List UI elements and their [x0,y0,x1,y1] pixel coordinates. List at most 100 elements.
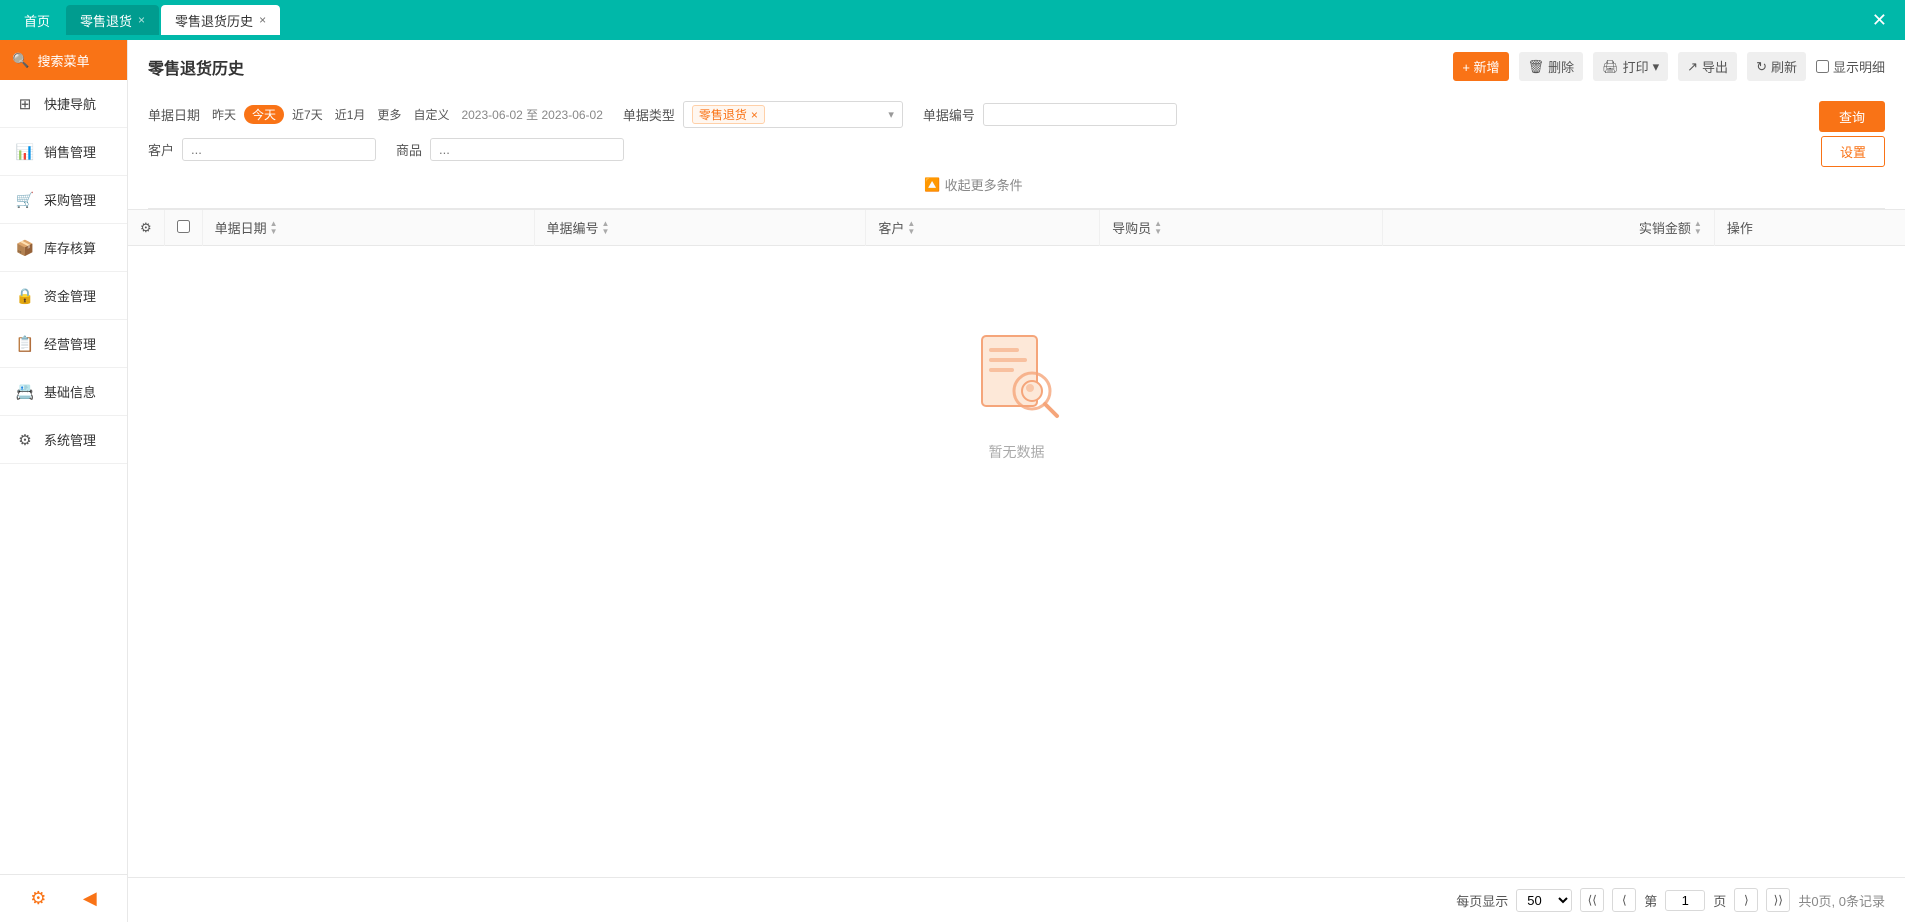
col-guide-sort[interactable]: 导购员 ▲▼ [1112,218,1370,237]
sort-arrows-guide: ▲▼ [1154,220,1162,236]
tab-retail-return-history[interactable]: 零售退货历史 × [161,5,280,35]
doctype-tag-close[interactable]: × [751,108,758,122]
goods-input[interactable] [430,138,624,161]
col-checkbox [164,210,202,246]
date-7days[interactable]: 近7天 [288,105,327,124]
col-docno: 单据编号 ▲▼ [534,210,866,246]
col-docdate-sort[interactable]: 单据日期 ▲▼ [215,218,522,237]
docno-input[interactable] [983,103,1177,126]
refresh-icon: ↻ [1756,59,1767,75]
show-detail-toggle[interactable]: 显示明细 [1816,57,1885,76]
sort-arrows-docno: ▲▼ [602,220,610,236]
empty-state-row: 暂无数据 [128,246,1905,543]
page-first-btn[interactable]: ⟨⟨ [1580,888,1604,912]
col-amount-sort[interactable]: 实销金额 ▲▼ [1395,218,1702,237]
basic-info-icon: 📇 [16,383,34,401]
tab-bar: 首页 零售退货 × 零售退货历史 × [10,5,1864,35]
filter-area: 单据日期 昨天 今天 近7天 近1月 更多 自定义 2023-06-02 至 2… [148,91,1885,209]
sidebar-search[interactable]: 🔍 搜索菜单 [0,40,127,80]
col-customer-sort[interactable]: 客户 ▲▼ [878,218,1087,237]
sidebar-item-finance-mgmt[interactable]: 🔒 资金管理 [0,272,127,320]
sidebar-item-label: 资金管理 [44,286,96,305]
show-detail-checkbox[interactable] [1816,60,1829,73]
col-docdate-label: 单据日期 [215,218,267,237]
page-last-btn[interactable]: ⟩⟩ [1766,888,1790,912]
date-more[interactable]: 更多 [373,105,405,124]
query-button[interactable]: 查询 [1819,101,1885,132]
export-icon: ↗ [1687,59,1698,75]
filter-date: 单据日期 昨天 今天 近7天 近1月 更多 自定义 2023-06-02 至 2… [148,105,603,124]
print-dropdown-icon: ▾ [1653,59,1660,75]
page-next-btn[interactable]: ⟩ [1734,888,1758,912]
sort-arrows-customer: ▲▼ [907,220,915,236]
sidebar-collapse-btn[interactable]: ◀ [83,888,97,909]
setting-button[interactable]: 设置 [1821,136,1885,167]
col-action: 操作 [1714,210,1905,246]
date-today[interactable]: 今天 [244,105,284,124]
col-amount: 实销金额 ▲▼ [1382,210,1714,246]
delete-button[interactable]: 🗑 删除 [1519,52,1584,81]
inventory-icon: 📦 [16,239,34,257]
filter-docno: 单据编号 [923,103,1177,126]
date-custom[interactable]: 自定义 [409,105,453,124]
collapse-button[interactable]: 🔼 收起更多条件 [148,171,1799,198]
print-button[interactable]: 🖨 打印 ▾ [1593,52,1668,81]
date-yesterday[interactable]: 昨天 [208,105,240,124]
tab-retail-return-history-close[interactable]: × [259,13,266,27]
sidebar-item-sales-mgmt[interactable]: 📊 销售管理 [0,128,127,176]
sidebar-item-inventory[interactable]: 📦 库存核算 [0,224,127,272]
page-size-select[interactable]: 20 50 100 [1516,889,1572,912]
empty-state: 暂无数据 [128,246,1905,542]
doctype-select[interactable]: 零售退货 × ▾ [683,101,903,128]
col-settings[interactable]: ⚙ [128,210,164,246]
sidebar-item-operations-mgmt[interactable]: 📋 经营管理 [0,320,127,368]
col-docno-sort[interactable]: 单据编号 ▲▼ [547,218,854,237]
sidebar: 🔍 搜索菜单 ⊞ 快捷导航 📊 销售管理 🛒 采购管理 📦 库 [0,40,128,922]
sidebar-bottom: ⚙ ◀ [0,874,127,922]
top-bar-close[interactable]: ✕ [1864,10,1895,31]
refresh-button[interactable]: ↻ 刷新 [1747,52,1806,81]
select-all-checkbox[interactable] [177,220,190,233]
content-area: 零售退货历史 + 新增 🗑 删除 🖨 打印 ▾ ↗ 导出 [128,40,1905,922]
sort-arrows-docdate: ▲▼ [270,220,278,236]
doctype-label: 单据类型 [623,105,675,124]
sidebar-item-system-mgmt[interactable]: ⚙ 系统管理 [0,416,127,464]
print-icon: 🖨 [1602,59,1619,75]
table-container: ⚙ 单据日期 ▲▼ 单据编号 [128,210,1905,877]
collapse-label: 收起更多条件 [945,175,1023,194]
date-1month[interactable]: 近1月 [331,105,370,124]
delete-icon: 🗑 [1528,59,1545,75]
tab-home[interactable]: 首页 [10,5,64,35]
col-guide-label: 导购员 [1112,218,1151,237]
col-amount-label: 实销金额 [1639,218,1691,237]
doctype-arrow-icon: ▾ [888,108,894,121]
tab-retail-return-close[interactable]: × [138,13,145,27]
add-button[interactable]: + 新增 [1453,52,1508,81]
finance-icon: 🔒 [16,287,34,305]
page-size-label: 每页显示 [1456,891,1508,910]
export-button[interactable]: ↗ 导出 [1678,52,1737,81]
sidebar-item-purchase-mgmt[interactable]: 🛒 采购管理 [0,176,127,224]
tab-retail-return[interactable]: 零售退货 × [66,5,159,35]
date-range: 2023-06-02 至 2023-06-02 [461,106,602,123]
page-header: 零售退货历史 + 新增 🗑 删除 🖨 打印 ▾ ↗ 导出 [128,40,1905,210]
sales-icon: 📊 [16,143,34,161]
sidebar-item-label: 销售管理 [44,142,96,161]
table-header: ⚙ 单据日期 ▲▼ 单据编号 [128,210,1905,246]
page-title-row: 零售退货历史 + 新增 🗑 删除 🖨 打印 ▾ ↗ 导出 [148,52,1885,81]
total-info: 共0页, 0条记录 [1798,891,1885,910]
col-docno-label: 单据编号 [547,218,599,237]
empty-icon [967,326,1067,426]
search-icon: 🔍 [12,52,29,69]
sidebar-item-quick-nav[interactable]: ⊞ 快捷导航 [0,80,127,128]
date-options: 昨天 今天 近7天 近1月 更多 自定义 2023-06-02 至 2023-0… [208,105,603,124]
empty-text: 暂无数据 [989,442,1045,462]
page-prev-btn[interactable]: ⟨ [1612,888,1636,912]
sidebar-settings-btn[interactable]: ⚙ [30,888,46,909]
page-number-input[interactable] [1665,890,1705,911]
customer-input[interactable] [182,138,376,161]
print-label: 打印 [1623,57,1649,76]
tab-home-label: 首页 [24,11,50,30]
table-body: 暂无数据 [128,246,1905,543]
sidebar-item-basic-info[interactable]: 📇 基础信息 [0,368,127,416]
